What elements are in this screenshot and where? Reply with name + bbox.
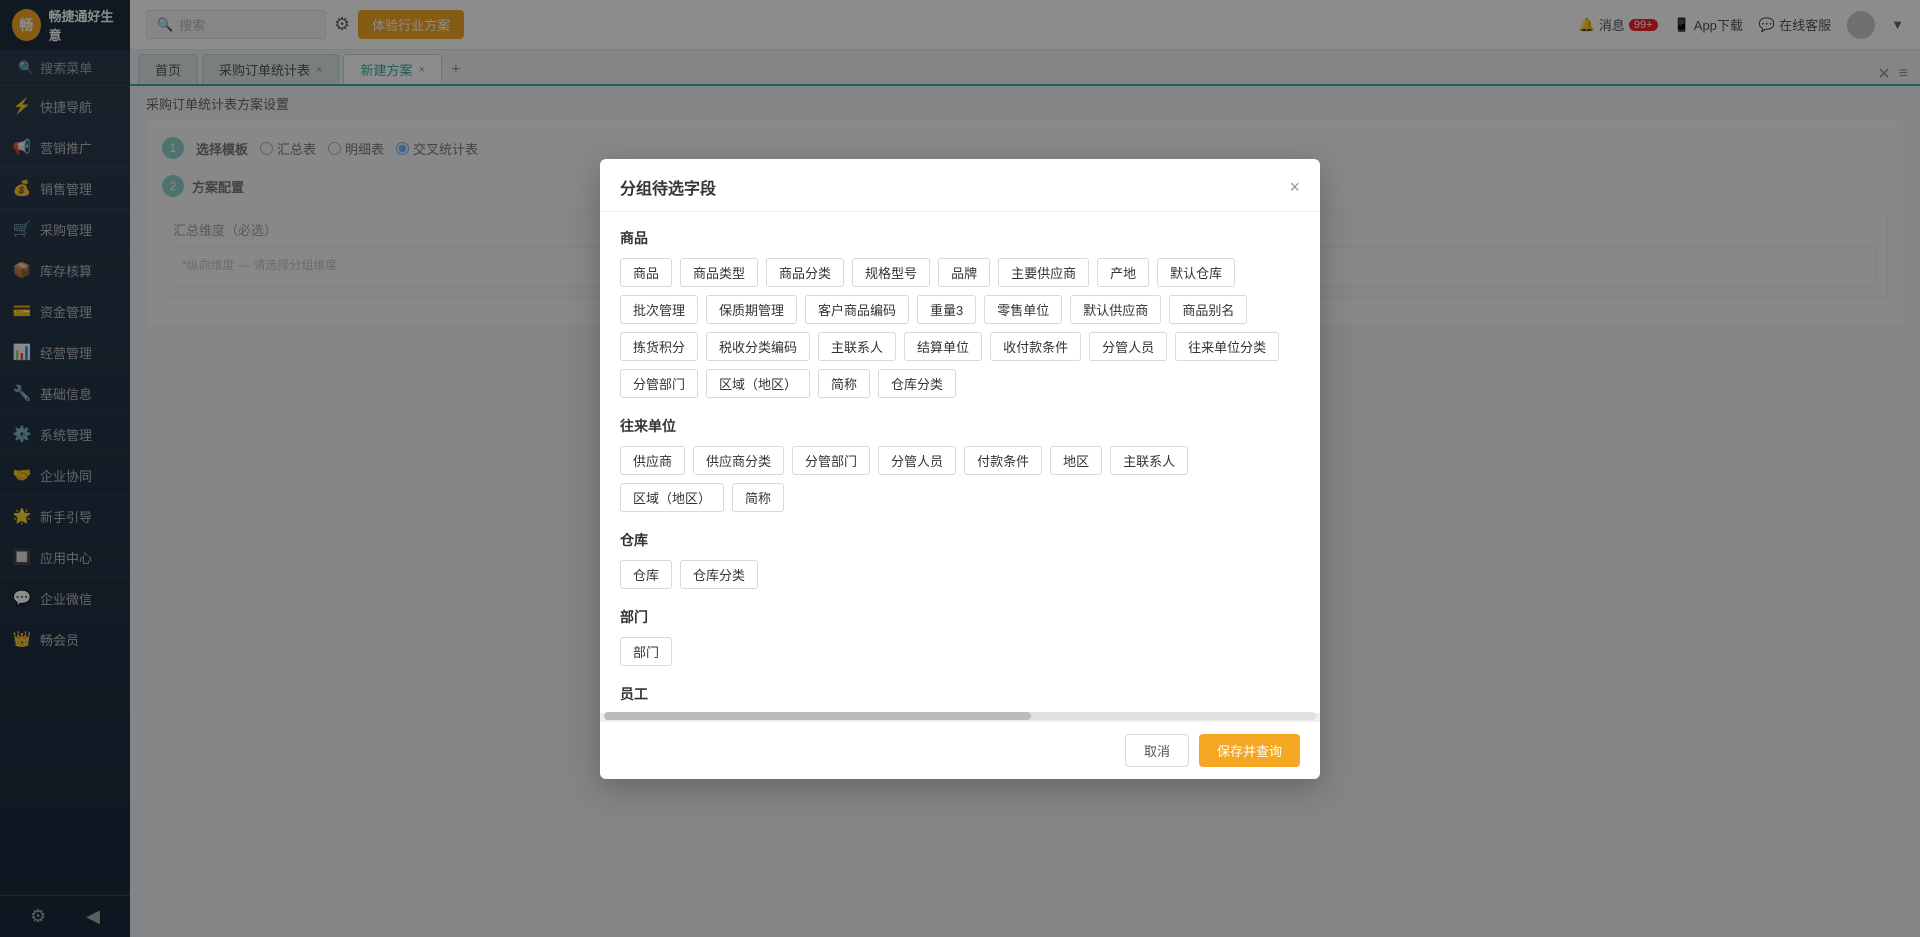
section-tags-goods: 商品商品类型商品分类规格型号品牌主要供应商产地默认仓库批次管理保质期管理客户商品… — [620, 258, 1300, 398]
field-tag[interactable]: 保质期管理 — [706, 295, 797, 324]
field-tag[interactable]: 品牌 — [938, 258, 990, 287]
horizontal-scrollbar[interactable] — [600, 713, 1320, 721]
field-tag[interactable]: 分管人员 — [1089, 332, 1167, 361]
dialog: 分组待选字段 × 商品商品商品类型商品分类规格型号品牌主要供应商产地默认仓库批次… — [600, 159, 1320, 779]
section-title-department: 部门 — [620, 607, 1300, 627]
field-tag[interactable]: 批次管理 — [620, 295, 698, 324]
field-tag[interactable]: 简称 — [818, 369, 870, 398]
field-tag[interactable]: 区域（地区） — [620, 483, 724, 512]
field-tag[interactable]: 付款条件 — [964, 446, 1042, 475]
field-tag[interactable]: 分管部门 — [792, 446, 870, 475]
field-tag[interactable]: 地区 — [1050, 446, 1102, 475]
dialog-title: 分组待选字段 — [620, 175, 716, 199]
field-tag[interactable]: 分管部门 — [620, 369, 698, 398]
field-tag[interactable]: 供应商 — [620, 446, 685, 475]
section-department: 部门部门 — [620, 607, 1300, 666]
field-tag[interactable]: 商品分类 — [766, 258, 844, 287]
section-tags-warehouse: 仓库仓库分类 — [620, 560, 1300, 589]
section-title-employee: 员工 — [620, 684, 1300, 704]
section-title-counterpart: 往来单位 — [620, 416, 1300, 436]
field-tag[interactable]: 部门 — [620, 637, 672, 666]
dialog-body[interactable]: 商品商品商品类型商品分类规格型号品牌主要供应商产地默认仓库批次管理保质期管理客户… — [600, 212, 1320, 713]
field-tag[interactable]: 往来单位分类 — [1175, 332, 1279, 361]
field-tag[interactable]: 供应商分类 — [693, 446, 784, 475]
dialog-header: 分组待选字段 × — [600, 159, 1320, 212]
field-tag[interactable]: 商品 — [620, 258, 672, 287]
field-tag[interactable]: 税收分类编码 — [706, 332, 810, 361]
field-tag[interactable]: 结算单位 — [904, 332, 982, 361]
section-tags-department: 部门 — [620, 637, 1300, 666]
field-tag[interactable]: 产地 — [1097, 258, 1149, 287]
section-tags-counterpart: 供应商供应商分类分管部门分管人员付款条件地区主联系人区域（地区） 简称 — [620, 446, 1300, 512]
field-tag[interactable]: 区域（地区） — [706, 369, 810, 398]
field-tag[interactable]: 主要供应商 — [998, 258, 1089, 287]
field-tag[interactable]: 零售单位 — [984, 295, 1062, 324]
field-tag[interactable]: 商品类型 — [680, 258, 758, 287]
field-tag[interactable]: 商品别名 — [1169, 295, 1247, 324]
confirm-btn[interactable]: 保存并查询 — [1199, 734, 1300, 767]
section-goods: 商品商品商品类型商品分类规格型号品牌主要供应商产地默认仓库批次管理保质期管理客户… — [620, 228, 1300, 398]
field-tag[interactable]: 仓库分类 — [878, 369, 956, 398]
field-tag[interactable]: 重量3 — [917, 295, 976, 324]
field-tag[interactable]: 拣货积分 — [620, 332, 698, 361]
section-counterpart: 往来单位供应商供应商分类分管部门分管人员付款条件地区主联系人区域（地区） 简称 — [620, 416, 1300, 512]
field-tag[interactable]: 分管人员 — [878, 446, 956, 475]
section-employee: 员工业务员 — [620, 684, 1300, 713]
cancel-btn[interactable]: 取消 — [1125, 734, 1189, 767]
section-title-goods: 商品 — [620, 228, 1300, 248]
field-tag[interactable]: 主联系人 — [818, 332, 896, 361]
field-tag[interactable]: 规格型号 — [852, 258, 930, 287]
field-tag[interactable]: 客户商品编码 — [805, 295, 909, 324]
section-title-warehouse: 仓库 — [620, 530, 1300, 550]
dialog-footer: 取消 保存并查询 — [600, 721, 1320, 779]
field-tag[interactable]: 简称 — [732, 483, 784, 512]
field-tag[interactable]: 收付款条件 — [990, 332, 1081, 361]
field-tag[interactable]: 主联系人 — [1110, 446, 1188, 475]
dialog-close-btn[interactable]: × — [1289, 178, 1300, 196]
field-tag[interactable]: 仓库 — [620, 560, 672, 589]
field-tag[interactable]: 默认供应商 — [1070, 295, 1161, 324]
field-tag[interactable]: 默认仓库 — [1157, 258, 1235, 287]
field-tag[interactable]: 仓库分类 — [680, 560, 758, 589]
section-warehouse: 仓库仓库仓库分类 — [620, 530, 1300, 589]
